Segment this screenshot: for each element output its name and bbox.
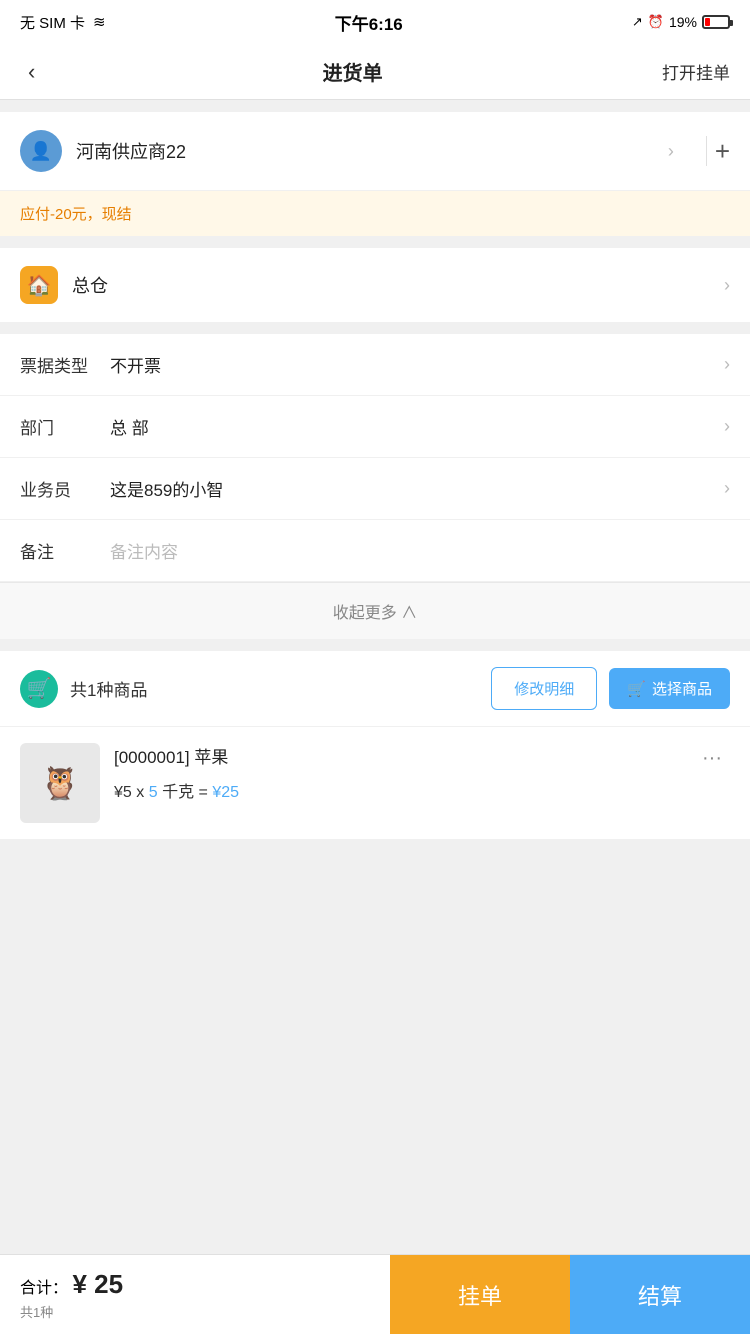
remark-row[interactable]: 备注 备注内容: [0, 520, 750, 582]
cart-icon: 🛒: [27, 676, 52, 701]
total-section: 合计： ¥ 25 共1种: [0, 1269, 390, 1321]
checkout-button[interactable]: 结算: [570, 1255, 750, 1334]
remark-label: 备注: [20, 538, 110, 563]
select-cart-icon: 🛒: [627, 680, 646, 698]
salesperson-row[interactable]: 业务员 这是859的小智 ›: [0, 458, 750, 520]
collapse-label: 收起更多 ∧: [333, 605, 417, 622]
salesperson-label: 业务员: [20, 476, 110, 501]
product-thumbnail: 🦉: [20, 743, 100, 823]
alarm-icon: ⏰: [648, 14, 664, 30]
wifi-icon: ≋: [93, 13, 106, 31]
equals-sign: =: [199, 784, 213, 801]
remark-input[interactable]: 备注内容: [110, 538, 730, 563]
total-value: ¥25: [212, 784, 239, 801]
home-icon: 🏠: [27, 273, 52, 298]
products-icon: 🛒: [20, 670, 58, 708]
warehouse-icon: 🏠: [20, 266, 58, 304]
select-product-button[interactable]: 🛒 选择商品: [609, 668, 730, 709]
invoice-type-label: 票据类型: [20, 352, 110, 377]
fields-card: 票据类型 不开票 › 部门 总 部 › 业务员 这是859的小智 › 备注 备注…: [0, 334, 750, 582]
divider: [706, 136, 707, 166]
collapse-button[interactable]: 收起更多 ∧: [0, 582, 750, 639]
select-product-label: 选择商品: [652, 678, 712, 699]
supplier-avatar: 👤: [20, 130, 62, 172]
product-info: [0000001] 苹果 ¥5 x 5 千克 = ¥25: [114, 743, 680, 802]
warehouse-card[interactable]: 🏠 总仓 ›: [0, 248, 750, 322]
add-supplier-button[interactable]: +: [715, 136, 730, 167]
warehouse-row[interactable]: 🏠 总仓 ›: [0, 248, 750, 322]
department-row[interactable]: 部门 总 部 ›: [0, 396, 750, 458]
products-count: 共1种商品: [70, 676, 479, 701]
product-apple-name: 苹果: [194, 748, 228, 767]
status-left: 无 SIM 卡 ≋: [20, 12, 106, 33]
notice-text: 应付-20元，现结: [20, 206, 132, 223]
product-name: [0000001] 苹果: [114, 743, 680, 768]
open-suspend-button[interactable]: 打开挂单: [662, 59, 730, 84]
back-button[interactable]: ‹: [20, 51, 43, 93]
warehouse-name: 总仓: [72, 272, 724, 298]
status-bar: 无 SIM 卡 ≋ 下午6:16 ↗ ⏰ 19%: [0, 0, 750, 44]
suspend-button[interactable]: 挂单: [390, 1255, 570, 1334]
invoice-type-row[interactable]: 票据类型 不开票 ›: [0, 334, 750, 396]
notice-bar: 应付-20元，现结: [0, 191, 750, 236]
total-row: 合计： ¥ 25: [20, 1269, 370, 1300]
total-amount: ¥ 25: [72, 1269, 123, 1299]
salesperson-chevron-icon: ›: [724, 478, 730, 499]
total-label: 合计：: [20, 1280, 68, 1297]
price-separator: x: [136, 784, 148, 801]
quantity-value: 5: [149, 784, 158, 801]
price-value: ¥5: [114, 784, 132, 801]
bottom-bar: 合计： ¥ 25 共1种 挂单 结算: [0, 1254, 750, 1334]
department-value: 总 部: [110, 414, 724, 439]
status-time: 下午6:16: [335, 10, 403, 35]
department-label: 部门: [20, 414, 110, 439]
product-item: 🦉 [0000001] 苹果 ¥5 x 5 千克 = ¥25 ···: [0, 726, 750, 839]
supplier-name: 河南供应商22: [76, 138, 668, 164]
total-count: 共1种: [20, 1302, 370, 1321]
supplier-row[interactable]: 👤 河南供应商22 › +: [0, 112, 750, 191]
owl-icon: 🦉: [40, 764, 80, 802]
warehouse-chevron-icon: ›: [724, 275, 730, 296]
supplier-chevron-icon: ›: [668, 141, 674, 162]
edit-details-button[interactable]: 修改明细: [491, 667, 597, 710]
invoice-type-chevron-icon: ›: [724, 354, 730, 375]
avatar-icon: 👤: [30, 141, 52, 162]
supplier-card: 👤 河南供应商22 › + 应付-20元，现结: [0, 112, 750, 236]
battery-percent: 19%: [669, 14, 697, 30]
product-id: [0000001]: [114, 748, 190, 767]
unit-label: 千克: [162, 784, 194, 801]
content-area: 👤 河南供应商22 › + 应付-20元，现结 🏠 总仓 › 票据类型 不开票 …: [0, 100, 750, 919]
products-header: 🛒 共1种商品 修改明细 🛒 选择商品: [0, 651, 750, 726]
page-title: 进货单: [323, 57, 383, 86]
product-price: ¥5 x 5 千克 = ¥25: [114, 778, 680, 802]
carrier-text: 无 SIM 卡: [20, 12, 85, 33]
status-right: ↗ ⏰ 19%: [632, 14, 730, 30]
product-more-button[interactable]: ···: [694, 743, 730, 774]
location-icon: ↗: [632, 14, 643, 30]
battery-icon: [702, 15, 730, 29]
invoice-type-value: 不开票: [110, 352, 724, 377]
products-card: 🛒 共1种商品 修改明细 🛒 选择商品 🦉 [0000001] 苹果: [0, 651, 750, 839]
department-chevron-icon: ›: [724, 416, 730, 437]
salesperson-value: 这是859的小智: [110, 476, 724, 501]
nav-bar: ‹ 进货单 打开挂单: [0, 44, 750, 100]
